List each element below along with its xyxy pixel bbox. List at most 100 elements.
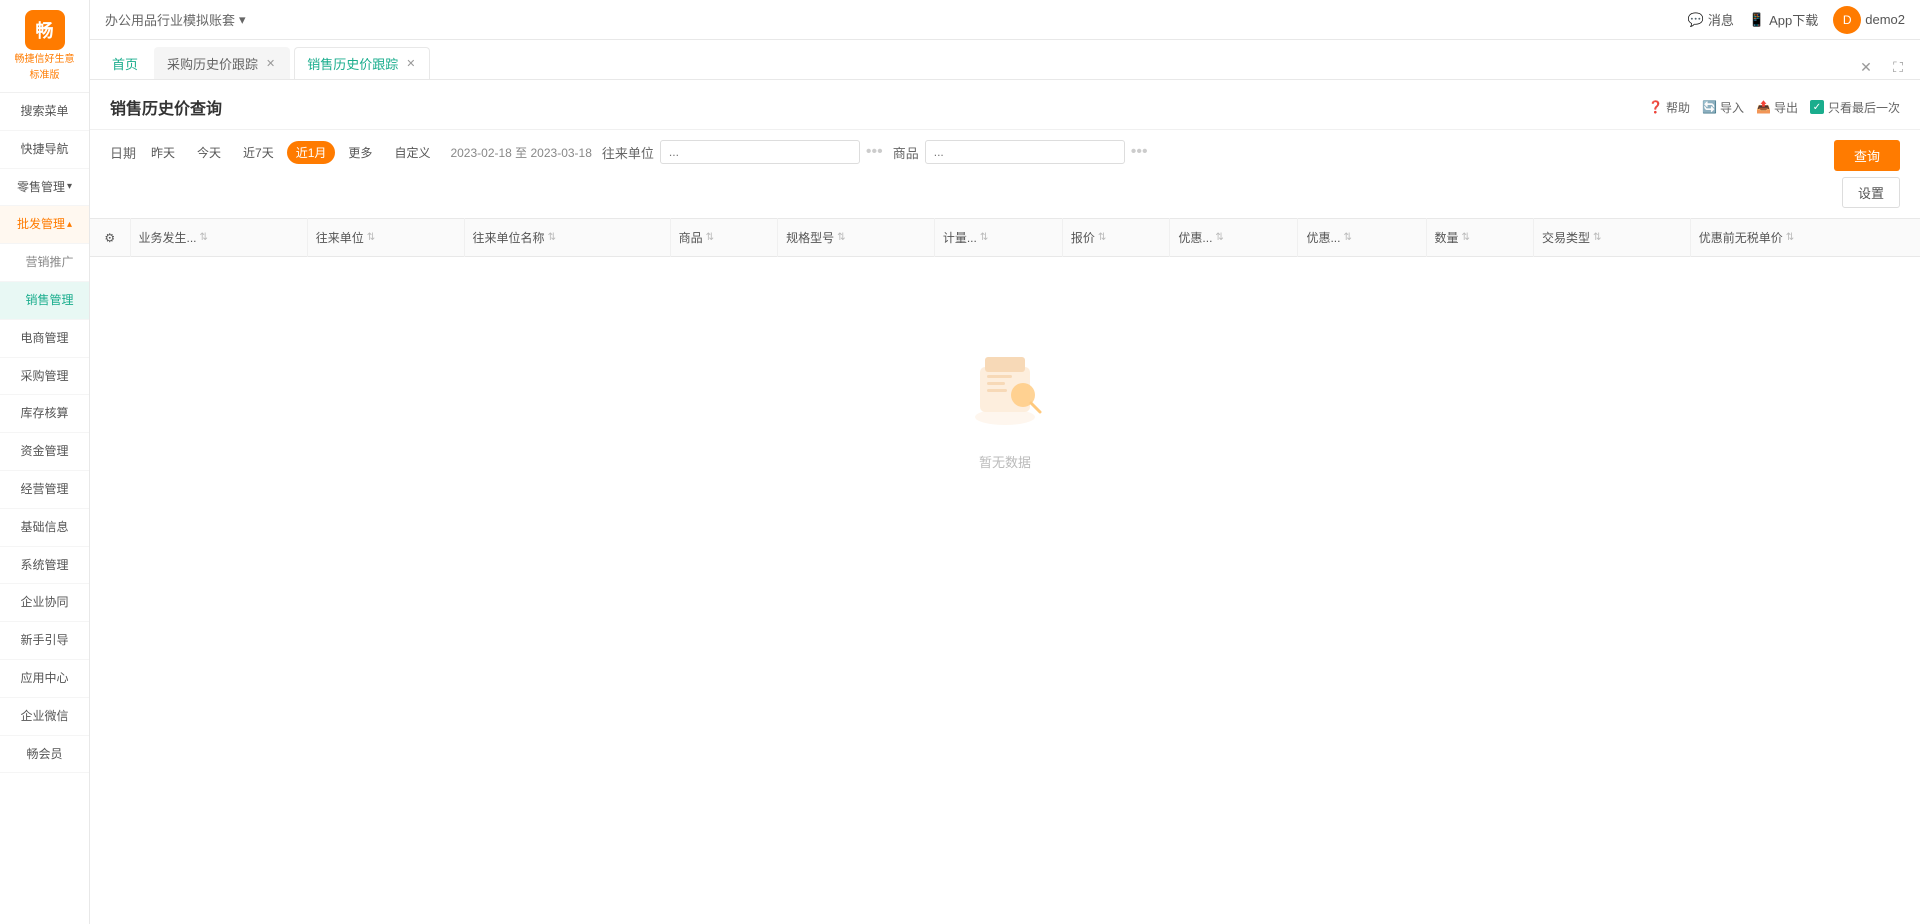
th-trade-type-label: 交易类型 <box>1542 229 1590 246</box>
sidebar-item-marketing[interactable]: 营销推广 <box>0 244 89 282</box>
tab-sales-history[interactable]: 销售历史价跟踪 ✕ <box>294 47 430 79</box>
date-btn-7days[interactable]: 近7天 <box>234 141 283 164</box>
th-unit[interactable]: 计量... ⇅ <box>934 219 1062 257</box>
th-price-label: 报价 <box>1071 229 1095 246</box>
page-inner: 销售历史价查询 ❓ 帮助 🔄 导入 📤 导出 ✓ <box>90 80 1920 924</box>
tab-bar-actions: ✕ ⛶ <box>1854 55 1910 79</box>
th-price[interactable]: 报价 ⇅ <box>1062 219 1170 257</box>
tab-purchase-history-close[interactable]: ✕ <box>264 56 277 71</box>
th-trade-type[interactable]: 交易类型 ⇅ <box>1534 219 1691 257</box>
th-no-tax-price[interactable]: 优惠前无税单价 ⇅ <box>1690 219 1920 257</box>
th-goods[interactable]: 商品 ⇅ <box>670 219 778 257</box>
user-area[interactable]: D demo2 <box>1833 6 1905 34</box>
th-discount1[interactable]: 优惠... ⇅ <box>1170 219 1298 257</box>
newbie-label: 新手引导 <box>20 632 68 649</box>
message-btn[interactable]: 💬 消息 <box>1688 10 1734 29</box>
page-content: 销售历史价查询 ❓ 帮助 🔄 导入 📤 导出 ✓ <box>90 80 1920 924</box>
purchase-label: 采购管理 <box>20 368 68 385</box>
th-discount2[interactable]: 优惠... ⇅ <box>1298 219 1426 257</box>
tab-home-label: 首页 <box>112 54 138 73</box>
tab-sales-history-close[interactable]: ✕ <box>404 56 417 71</box>
goods-label: 商品 <box>893 143 919 162</box>
dropdown-icon: ▾ <box>239 12 246 28</box>
th-spec-label: 规格型号 <box>786 229 834 246</box>
partner-input[interactable] <box>660 140 860 164</box>
sidebar-menu: 搜索菜单 快捷导航 零售管理 ▾ 批发管理 ▴ 营销推广 销售管理 电商管理 采 <box>0 93 89 924</box>
sort-icon-price: ⇅ <box>1098 232 1106 243</box>
sidebar-item-ecommerce[interactable]: 电商管理 <box>0 320 89 358</box>
retail-label-row: 零售管理 ▾ <box>17 179 72 196</box>
date-btn-today[interactable]: 今天 <box>188 141 230 164</box>
export-btn[interactable]: 📤 导出 <box>1756 99 1798 116</box>
sidebar-item-basic-info[interactable]: 基础信息 <box>0 509 89 547</box>
sidebar-item-search[interactable]: 搜索菜单 <box>0 93 89 131</box>
logo-icon: 畅 <box>25 10 65 50</box>
sidebar-item-app-center[interactable]: 应用中心 <box>0 660 89 698</box>
settings-button[interactable]: 设置 <box>1842 177 1900 208</box>
filter-bar: 日期 昨天 今天 近7天 近1月 更多 自定义 2023-02-18 至 202… <box>90 130 1920 218</box>
sort-icon-biz-date: ⇅ <box>200 232 208 243</box>
tab-home[interactable]: 首页 <box>100 47 150 79</box>
th-spec[interactable]: 规格型号 ⇅ <box>778 219 935 257</box>
data-table: ⚙ 业务发生... ⇅ 往来单位 <box>90 218 1920 257</box>
query-button[interactable]: 查询 <box>1834 140 1900 171</box>
sidebar-item-operations[interactable]: 经营管理 <box>0 471 89 509</box>
sort-icon-partner-code: ⇅ <box>367 232 375 243</box>
enterprise-label: 企业协同 <box>20 594 68 611</box>
sort-icon-quantity: ⇅ <box>1462 232 1470 243</box>
sidebar-item-system[interactable]: 系统管理 <box>0 547 89 585</box>
only-last-checkbox[interactable]: ✓ 只看最后一次 <box>1810 99 1900 116</box>
th-discount1-label: 优惠... <box>1178 229 1212 246</box>
page-header: 销售历史价查询 ❓ 帮助 🔄 导入 📤 导出 ✓ <box>90 80 1920 130</box>
basic-info-label: 基础信息 <box>20 519 68 536</box>
date-btn-more[interactable]: 更多 <box>339 141 381 164</box>
partner-dots-icon[interactable]: ••• <box>866 143 883 161</box>
sidebar-item-wechat[interactable]: 企业微信 <box>0 698 89 736</box>
goods-input[interactable] <box>925 140 1125 164</box>
th-quantity[interactable]: 数量 ⇅ <box>1426 219 1534 257</box>
app-download-btn[interactable]: 📱 App下载 <box>1749 10 1818 29</box>
header-right: 💬 消息 📱 App下载 D demo2 <box>1688 6 1905 34</box>
tab-purchase-history[interactable]: 采购历史价跟踪 ✕ <box>154 47 290 79</box>
sidebar-item-inventory[interactable]: 库存核算 <box>0 395 89 433</box>
sidebar-item-newbie[interactable]: 新手引导 <box>0 622 89 660</box>
table-header-row: ⚙ 业务发生... ⇅ 往来单位 <box>90 219 1920 257</box>
sidebar-item-enterprise[interactable]: 企业协同 <box>0 584 89 622</box>
member-label: 畅会员 <box>26 746 62 763</box>
date-btn-1month[interactable]: 近1月 <box>287 141 336 164</box>
header-left: 办公用品行业模拟账套 ▾ <box>105 10 246 29</box>
wholesale-label: 批发管理 <box>17 216 65 233</box>
import-btn[interactable]: 🔄 导入 <box>1702 99 1744 116</box>
th-biz-date[interactable]: 业务发生... ⇅ <box>130 219 307 257</box>
th-partner-code[interactable]: 往来单位 ⇅ <box>307 219 464 257</box>
sidebar-item-member[interactable]: 畅会员 <box>0 736 89 774</box>
sidebar-item-quick-nav[interactable]: 快捷导航 <box>0 131 89 169</box>
gear-icon[interactable]: ⚙ <box>104 231 115 245</box>
sidebar-item-sales-mgmt[interactable]: 销售管理 <box>0 282 89 320</box>
sidebar-item-purchase[interactable]: 采购管理 <box>0 358 89 396</box>
tab-maximize-btn[interactable]: ⛶ <box>1886 55 1910 79</box>
sidebar-item-wholesale[interactable]: 批发管理 ▴ <box>0 206 89 244</box>
wholesale-arrow-icon: ▴ <box>67 218 72 232</box>
sidebar-item-retail[interactable]: 零售管理 ▾ <box>0 169 89 207</box>
help-btn[interactable]: ❓ 帮助 <box>1648 99 1690 116</box>
date-filter: 日期 昨天 今天 近7天 近1月 更多 自定义 2023-02-18 至 202… <box>110 141 592 164</box>
th-biz-date-label: 业务发生... <box>139 229 197 246</box>
app-center-label: 应用中心 <box>20 670 68 687</box>
sort-icon-discount2: ⇅ <box>1343 232 1351 243</box>
only-last-label: 只看最后一次 <box>1828 99 1900 116</box>
date-btn-yesterday[interactable]: 昨天 <box>142 141 184 164</box>
ecommerce-label: 电商管理 <box>20 330 68 347</box>
th-gear[interactable]: ⚙ <box>90 219 130 257</box>
goods-dots-icon[interactable]: ••• <box>1131 143 1148 161</box>
th-partner-name[interactable]: 往来单位名称 ⇅ <box>464 219 670 257</box>
tab-close-window-btn[interactable]: ✕ <box>1854 55 1878 79</box>
account-dropdown[interactable]: 办公用品行业模拟账套 ▾ <box>105 10 246 29</box>
tab-sales-history-label: 销售历史价跟踪 <box>307 54 398 73</box>
export-icon: 📤 <box>1756 100 1771 114</box>
date-btn-custom[interactable]: 自定义 <box>385 141 439 164</box>
sidebar-item-finance[interactable]: 资金管理 <box>0 433 89 471</box>
date-options: 昨天 今天 近7天 近1月 更多 自定义 <box>142 141 439 164</box>
marketing-label: 营销推广 <box>25 254 73 271</box>
account-name: 办公用品行业模拟账套 <box>105 10 235 29</box>
